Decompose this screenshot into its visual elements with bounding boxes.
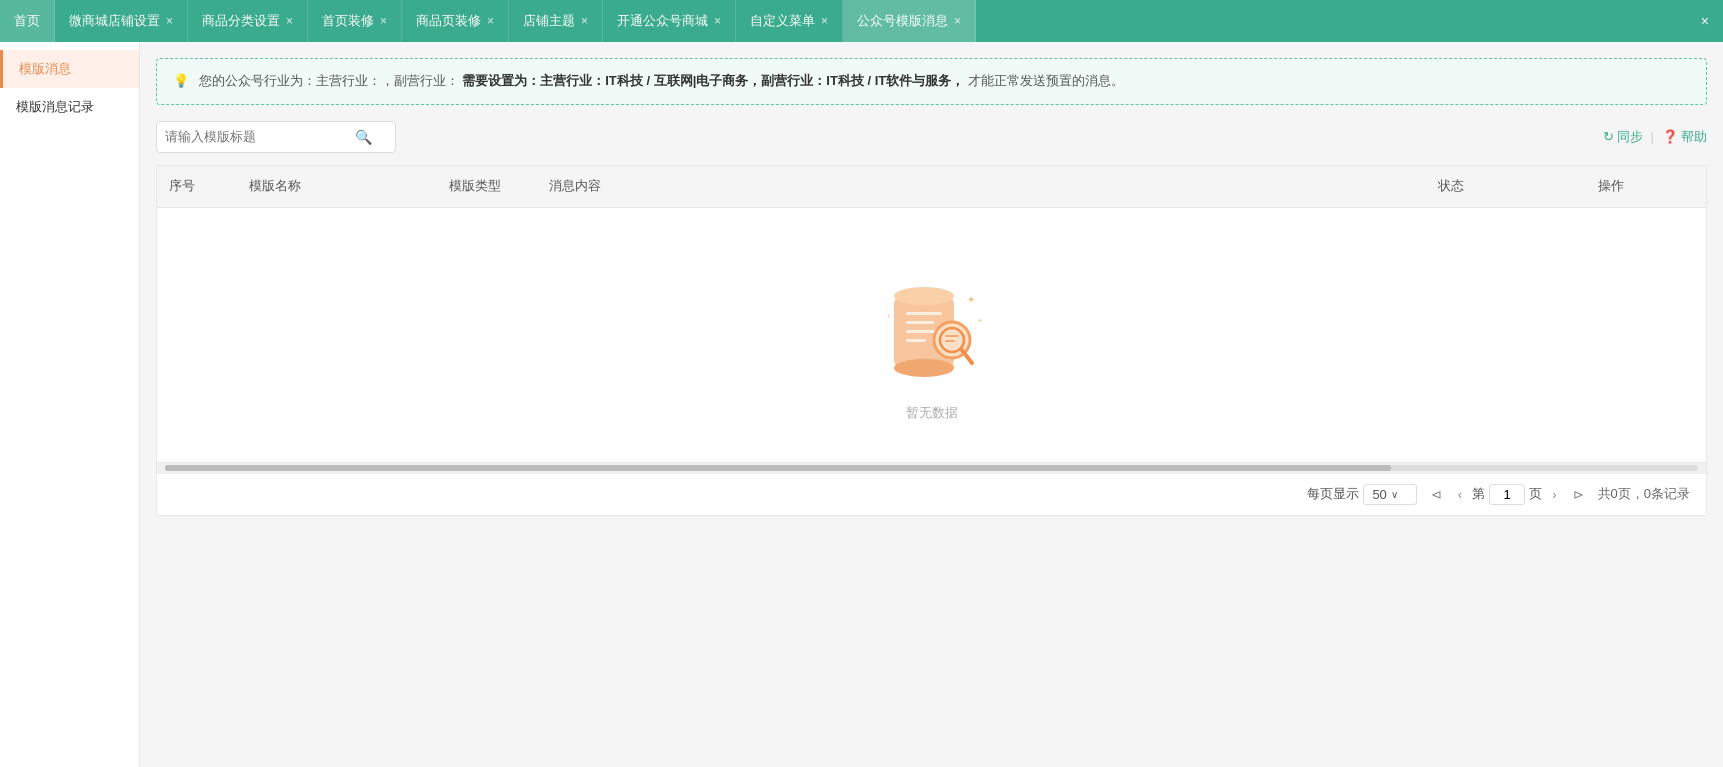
last-page-button[interactable]: ⊳ <box>1567 485 1590 504</box>
svg-rect-11 <box>945 335 959 337</box>
scrollbar-area[interactable] <box>157 462 1706 474</box>
notice-box: 💡 您的公众号行业为：主营行业：，副营行业： 需要设置为：主营行业：IT科技 /… <box>156 58 1707 105</box>
svg-rect-7 <box>906 339 926 342</box>
tab-custom-menu[interactable]: 自定义菜单 × <box>736 0 843 42</box>
tab-template-msg[interactable]: 公众号模版消息 × <box>843 0 976 42</box>
search-bar: 🔍 ↻ 同步 | ❓ 帮助 <box>156 121 1707 153</box>
th-name: 模版名称 <box>237 177 437 195</box>
chevron-down-icon: ∨ <box>1391 489 1398 500</box>
sidebar: 模版消息 模版消息记录 <box>0 42 140 767</box>
th-content: 消息内容 <box>537 177 1426 195</box>
top-nav: 首页 微商城店铺设置 × 商品分类设置 × 首页装修 × 商品页装修 × 店铺主… <box>0 0 1723 42</box>
tab-theme[interactable]: 店铺主题 × <box>509 0 603 42</box>
sync-icon: ↻ <box>1603 129 1614 144</box>
th-seq: 序号 <box>157 177 237 195</box>
first-page-button[interactable]: ⊲ <box>1425 485 1448 504</box>
bulb-icon: 💡 <box>173 73 189 88</box>
th-type: 模版类型 <box>437 177 537 195</box>
search-input[interactable] <box>165 129 355 144</box>
per-page-select[interactable]: 50 ∨ <box>1363 484 1416 505</box>
close-tab-category[interactable]: × <box>286 14 293 28</box>
close-tab-theme[interactable]: × <box>581 14 588 28</box>
close-tab-template-msg[interactable]: × <box>954 14 961 28</box>
page-number-input[interactable] <box>1489 484 1525 505</box>
empty-state: ✦ ✦ ✦ 暂无数据 <box>157 208 1706 462</box>
search-icon[interactable]: 🔍 <box>355 129 372 145</box>
tab-open-mall[interactable]: 开通公众号商城 × <box>603 0 736 42</box>
svg-point-2 <box>894 287 954 305</box>
close-tab-homepage[interactable]: × <box>380 14 387 28</box>
svg-text:✦: ✦ <box>886 313 891 319</box>
tab-product-page[interactable]: 商品页装修 × <box>402 0 509 42</box>
page-size-select: 每页显示 50 ∨ <box>1307 484 1416 505</box>
next-page-button[interactable]: › <box>1546 485 1562 504</box>
close-tab-custom-menu[interactable]: × <box>821 14 828 28</box>
tab-category[interactable]: 商品分类设置 × <box>188 0 308 42</box>
help-button[interactable]: ❓ 帮助 <box>1662 128 1707 146</box>
svg-point-3 <box>894 359 954 377</box>
main-layout: 模版消息 模版消息记录 💡 您的公众号行业为：主营行业：，副营行业： 需要设置为… <box>0 42 1723 767</box>
table-header: 序号 模版名称 模版类型 消息内容 状态 操作 <box>157 166 1706 208</box>
close-tab-product-page[interactable]: × <box>487 14 494 28</box>
svg-text:✦: ✦ <box>967 294 975 305</box>
svg-rect-5 <box>906 321 934 324</box>
sidebar-item-template-msg[interactable]: 模版消息 <box>0 50 139 88</box>
close-tab-weishop[interactable]: × <box>166 14 173 28</box>
close-tab-open-mall[interactable]: × <box>714 14 721 28</box>
page-total: 共0页，0条记录 <box>1598 485 1690 503</box>
sidebar-item-template-msg-record[interactable]: 模版消息记录 <box>0 88 139 126</box>
table-wrap: 序号 模版名称 模版类型 消息内容 状态 操作 <box>156 165 1707 516</box>
scrollbar-track[interactable] <box>165 465 1698 471</box>
tab-home[interactable]: 首页 <box>0 0 55 42</box>
sync-button[interactable]: ↻ 同步 <box>1603 128 1643 146</box>
th-action: 操作 <box>1586 177 1706 195</box>
tab-homepage[interactable]: 首页装修 × <box>308 0 402 42</box>
empty-text: 暂无数据 <box>906 404 958 422</box>
svg-rect-4 <box>906 312 942 315</box>
help-icon: ❓ <box>1662 129 1678 144</box>
search-bar-right: ↻ 同步 | ❓ 帮助 <box>1603 128 1707 146</box>
svg-text:✦: ✦ <box>977 317 983 324</box>
svg-rect-12 <box>945 340 955 342</box>
svg-rect-6 <box>906 330 938 333</box>
close-all-button[interactable]: × <box>1687 13 1723 29</box>
page-nav: ⊲ ‹ 第 页 › ⊳ <box>1425 484 1590 505</box>
search-input-wrap: 🔍 <box>156 121 396 153</box>
th-status: 状态 <box>1426 177 1586 195</box>
pagination: 每页显示 50 ∨ ⊲ ‹ 第 页 › ⊳ 共0页，0条记录 <box>157 474 1706 515</box>
prev-page-button[interactable]: ‹ <box>1452 485 1468 504</box>
empty-illustration: ✦ ✦ ✦ <box>872 268 992 388</box>
divider: | <box>1651 129 1654 144</box>
tab-weishop[interactable]: 微商城店铺设置 × <box>55 0 188 42</box>
scrollbar-thumb[interactable] <box>165 465 1391 471</box>
content-area: 💡 您的公众号行业为：主营行业：，副营行业： 需要设置为：主营行业：IT科技 /… <box>140 42 1723 767</box>
